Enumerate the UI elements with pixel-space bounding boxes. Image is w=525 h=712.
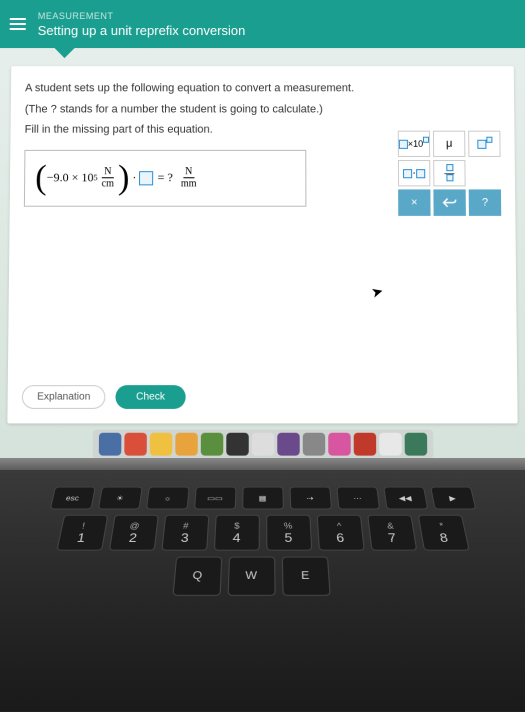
page-title: Setting up a unit reprefix conversion bbox=[38, 23, 246, 38]
instruction-line: A student sets up the following equation… bbox=[25, 80, 500, 98]
tab-indicator bbox=[54, 48, 74, 58]
key-q[interactable]: Q bbox=[172, 557, 222, 596]
unit-fraction: N mm bbox=[179, 166, 199, 189]
key-f1[interactable]: ☀ bbox=[97, 487, 142, 510]
key-e[interactable]: E bbox=[281, 557, 330, 596]
app-header: MEASUREMENT Setting up a unit reprefix c… bbox=[0, 0, 525, 48]
left-paren: ( bbox=[35, 159, 47, 198]
key-6[interactable]: ^6 bbox=[316, 515, 364, 551]
equals: = ? bbox=[158, 170, 173, 185]
instruction-line: (The ? stands for a number the student i… bbox=[25, 101, 500, 119]
key-esc[interactable]: esc bbox=[49, 487, 95, 510]
palette-fraction[interactable] bbox=[433, 160, 465, 186]
dock-icon[interactable] bbox=[149, 433, 172, 456]
palette-mu[interactable]: μ bbox=[433, 131, 465, 157]
palette-clear[interactable]: × bbox=[398, 189, 430, 215]
exponent: 5 bbox=[94, 173, 98, 182]
dock-icon[interactable] bbox=[379, 433, 402, 456]
dock-icon[interactable] bbox=[98, 433, 121, 456]
palette-x10[interactable]: ×10 bbox=[398, 131, 430, 157]
key-1[interactable]: !1 bbox=[56, 515, 108, 551]
dock-icon[interactable] bbox=[175, 433, 198, 456]
answer-blank[interactable] bbox=[139, 171, 153, 185]
dock-icon[interactable] bbox=[251, 433, 273, 456]
key-4[interactable]: $4 bbox=[213, 515, 259, 551]
breadcrumb: MEASUREMENT bbox=[38, 10, 246, 20]
palette-exponent[interactable] bbox=[468, 131, 500, 157]
laptop-keyboard: esc ☀ ☼ ▭▭ ▦ ⇢ ⋯ ◀◀ ▶ !1 @2 #3 $4 %5 ^6 … bbox=[0, 470, 525, 712]
key-f7[interactable]: ◀◀ bbox=[383, 487, 428, 510]
dock-icon[interactable] bbox=[277, 433, 299, 456]
dock-icon[interactable] bbox=[124, 433, 147, 456]
dock-icon[interactable] bbox=[200, 433, 222, 456]
palette-undo[interactable] bbox=[433, 189, 465, 215]
key-f5[interactable]: ⇢ bbox=[289, 487, 332, 510]
key-5[interactable]: %5 bbox=[266, 515, 312, 551]
coefficient: −9.0 × 10 bbox=[47, 170, 94, 185]
key-f2[interactable]: ☼ bbox=[145, 487, 189, 510]
key-8[interactable]: *8 bbox=[417, 515, 469, 551]
key-f8[interactable]: ▶ bbox=[430, 487, 476, 510]
unit-fraction: N cm bbox=[100, 166, 117, 189]
palette-dot[interactable]: · bbox=[398, 160, 430, 186]
key-f3[interactable]: ▭▭ bbox=[193, 487, 236, 510]
dock-icon[interactable] bbox=[404, 433, 427, 456]
dock-icon[interactable] bbox=[302, 433, 324, 456]
key-f4[interactable]: ▦ bbox=[242, 487, 284, 510]
right-paren: ) bbox=[118, 159, 130, 198]
key-w[interactable]: W bbox=[227, 557, 275, 596]
key-f6[interactable]: ⋯ bbox=[336, 487, 380, 510]
dock-icon[interactable] bbox=[328, 433, 351, 456]
content-card: A student sets up the following equation… bbox=[7, 66, 517, 423]
menu-icon[interactable] bbox=[10, 18, 26, 30]
dock-icon[interactable] bbox=[226, 433, 248, 456]
key-2[interactable]: @2 bbox=[108, 515, 158, 551]
explanation-button[interactable]: Explanation bbox=[22, 385, 106, 409]
check-button[interactable]: Check bbox=[116, 385, 186, 409]
palette-help[interactable]: ? bbox=[469, 189, 502, 215]
macos-dock bbox=[92, 430, 433, 459]
dock-icon[interactable] bbox=[353, 433, 376, 456]
key-3[interactable]: #3 bbox=[161, 515, 209, 551]
equation-input[interactable]: ( −9.0 × 105 N cm ) · = ? N mm bbox=[24, 150, 307, 207]
symbol-palette: ×10 μ · × ? bbox=[398, 131, 501, 216]
key-7[interactable]: &7 bbox=[367, 515, 417, 551]
